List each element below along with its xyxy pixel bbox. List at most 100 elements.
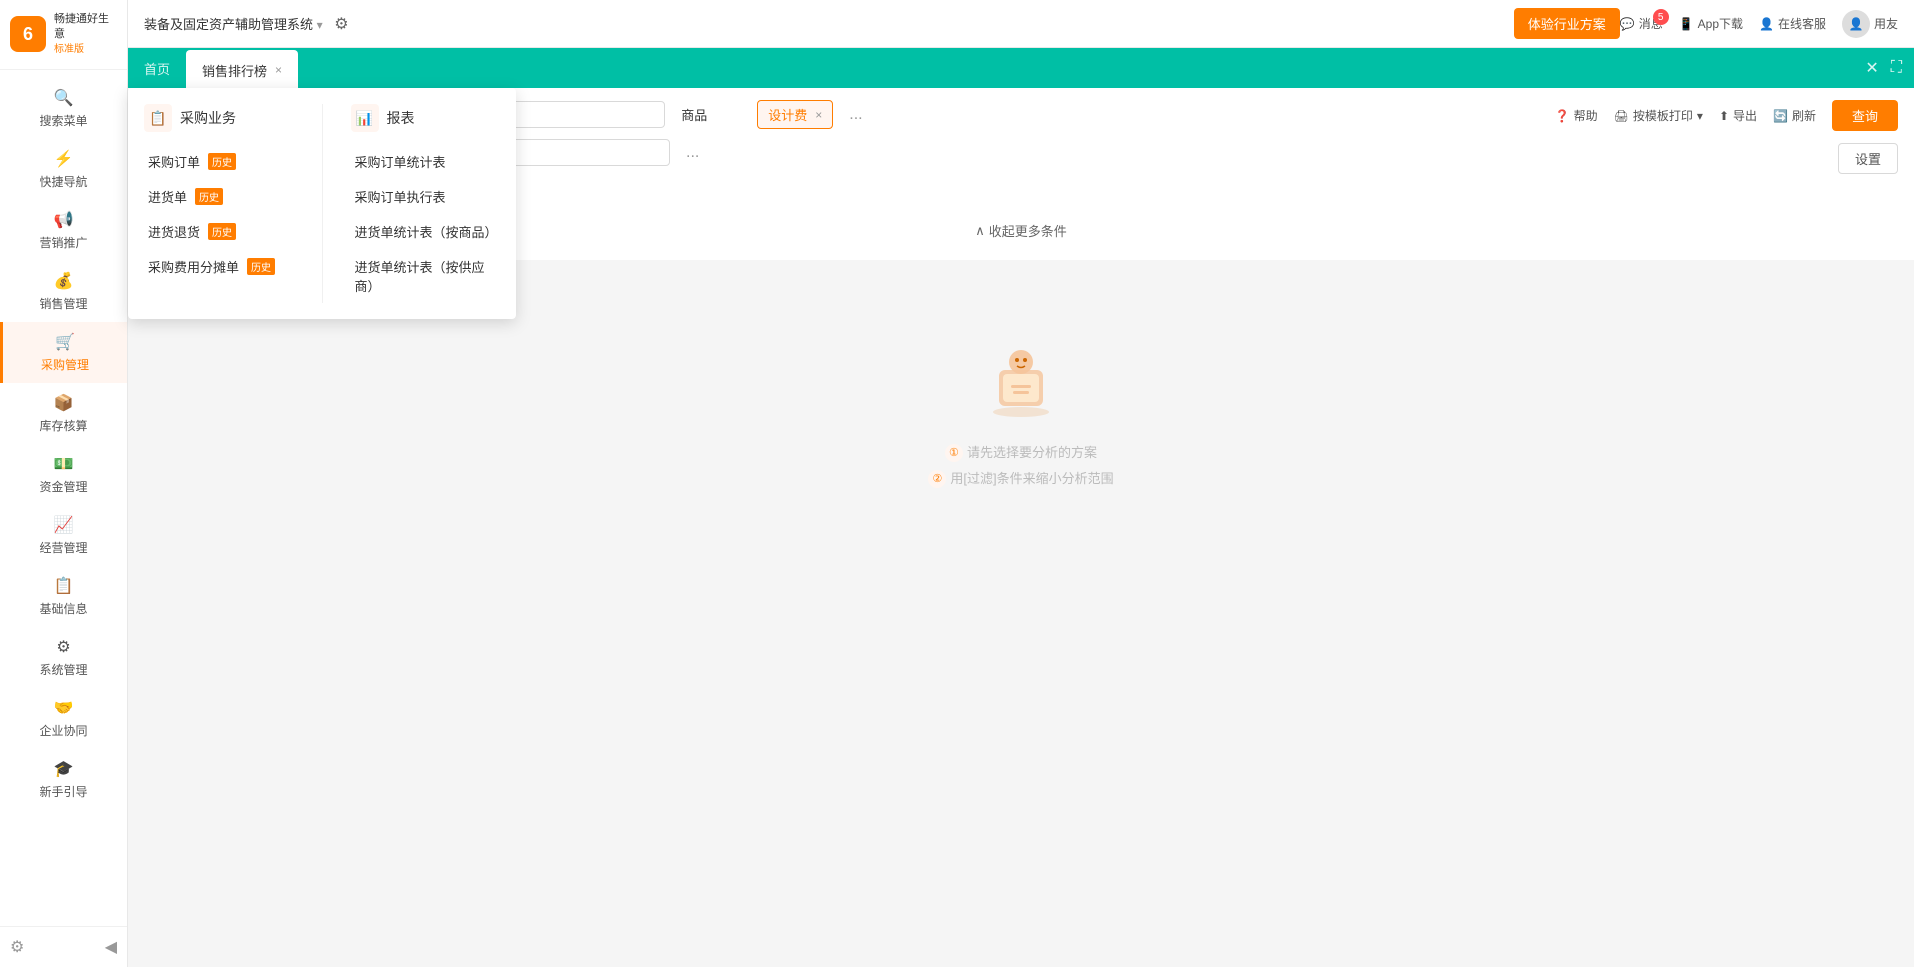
hint-1: ① 请先选择要分析的方案 xyxy=(928,440,1113,466)
tab-maximize-icon[interactable]: ⛶ xyxy=(1891,59,1902,77)
tab-home[interactable]: 首页 xyxy=(128,48,186,88)
sidebar-item-purchase[interactable]: 🛒采购管理 xyxy=(0,322,127,383)
tab-close-window-icon[interactable]: ✕ xyxy=(1865,58,1878,78)
purchase-dropdown-menu: 📋 采购业务 采购订单 历史 进货单 历史 进货退货 历史 采购费用分摊单 历史 xyxy=(128,88,516,319)
header-actions: 💬 消息 5 📱 App下载 👤 在线客服 👤 用友 xyxy=(1620,10,1898,38)
menu-divider xyxy=(322,104,323,303)
menu-item-order-exec[interactable]: 采购订单执行表 xyxy=(351,179,501,214)
collapse-btn[interactable]: ∧ 收起更多条件 xyxy=(975,221,1067,240)
header-system-title: 装备及固定资产辅助管理系统 ▾ ⚙ xyxy=(144,14,1514,34)
sidebar-nav: 🔍 搜索菜单 ⚡ 快捷导航 📢营销推广 💰 销售管理 🛒采购管理 📦 库存核算 💵资金管理 📈 经营管理… xyxy=(0,70,127,926)
more-conditions-icon[interactable]: ... xyxy=(849,106,862,124)
service-icon: 👤 xyxy=(1759,17,1774,31)
sidebar-item-basic-info[interactable]: 📋 基础信息 xyxy=(0,566,127,627)
top-header: 装备及固定资产辅助管理系统 ▾ ⚙ 体验行业方案 💬 消息 5 📱 App下载 … xyxy=(128,0,1914,48)
salesperson-more-icon[interactable]: ... xyxy=(686,144,699,162)
menu-item-purchase-inbound[interactable]: 进货单 历史 xyxy=(144,179,294,214)
inventory-icon: 📦 xyxy=(54,393,74,413)
sidebar-item-label: 经营管理 xyxy=(39,539,87,556)
purchase-col: 📋 采购业务 采购订单 历史 进货单 历史 进货退货 历史 采购费用分摊单 历史 xyxy=(144,104,294,303)
sidebar-item-quick-nav[interactable]: ⚡ 快捷导航 xyxy=(0,139,127,200)
app-download-btn[interactable]: 📱 App下载 xyxy=(1679,15,1743,32)
sidebar-item-label: 基础信息 xyxy=(39,600,87,617)
sidebar-item-search[interactable]: 🔍 搜索菜单 xyxy=(0,78,127,139)
print-dropdown-icon[interactable]: ▾ xyxy=(1697,109,1703,123)
operations-icon: 📈 xyxy=(54,515,74,535)
sidebar-item-label: 快捷导航 xyxy=(39,173,87,190)
toolbar-right-actions: ❓ 帮助 🖨 按模板打印 ▾ ⬆ 导出 🔄 刷新 xyxy=(1555,100,1898,174)
notification-icon: 💬 xyxy=(1620,17,1635,31)
history-badge-purchase-order: 历史 xyxy=(208,153,236,170)
refresh-btn[interactable]: 🔄 刷新 xyxy=(1773,107,1816,124)
query-btn[interactable]: 查询 xyxy=(1832,100,1898,131)
search-icon: 🔍 xyxy=(54,88,74,108)
sidebar-item-newbie[interactable]: 🎓新手引导 xyxy=(0,749,127,810)
industry-btn[interactable]: 体验行业方案 xyxy=(1514,8,1620,39)
user-menu[interactable]: 👤 用友 xyxy=(1842,10,1898,38)
sidebar-item-finance[interactable]: 💵资金管理 xyxy=(0,444,127,505)
sidebar-item-label: 搜索菜单 xyxy=(39,112,87,129)
sidebar-logo: 6 畅捷通好生意 标准版 xyxy=(0,0,127,70)
sidebar-item-operations[interactable]: 📈 经营管理 xyxy=(0,505,127,566)
menu-item-purchase-return[interactable]: 进货退货 历史 xyxy=(144,214,294,249)
goods-tag[interactable]: 设计费 × xyxy=(757,100,833,129)
help-icon: ❓ xyxy=(1555,109,1570,123)
empty-illustration xyxy=(981,340,1061,420)
user-avatar: 👤 xyxy=(1842,10,1870,38)
history-badge-expense: 历史 xyxy=(247,258,275,275)
empty-text: ① 请先选择要分析的方案 ② 用[过滤]条件来缩小分析范围 xyxy=(928,440,1113,492)
voucher-status-select[interactable] xyxy=(505,101,665,128)
sidebar-item-label: 企业协同 xyxy=(39,722,87,739)
sidebar-bottom: ⚙ ◀ xyxy=(0,926,127,967)
tab-close-icon[interactable]: × xyxy=(275,63,282,77)
sales-icon: 💰 xyxy=(54,271,74,291)
sidebar-collapse-icon[interactable]: ◀ xyxy=(105,937,117,957)
export-btn[interactable]: ⬆ 导出 xyxy=(1719,107,1757,124)
header-settings-icon[interactable]: ⚙ xyxy=(334,16,348,33)
hint-2: ② 用[过滤]条件来缩小分析范围 xyxy=(928,466,1113,492)
chevron-up-icon: ∧ xyxy=(975,223,985,239)
sidebar-item-sales[interactable]: 💰 销售管理 xyxy=(0,261,127,322)
quick-nav-icon: ⚡ xyxy=(54,149,74,169)
print-btn[interactable]: 🖨 按模板打印 ▾ xyxy=(1614,107,1703,124)
system-icon: ⚙ xyxy=(56,637,70,657)
finance-icon: 💵 xyxy=(54,454,74,474)
setting-btn[interactable]: 设置 xyxy=(1838,143,1898,174)
menu-item-inbound-by-supplier[interactable]: 进货单统计表（按供应商） xyxy=(351,249,501,303)
menu-item-order-stats[interactable]: 采购订单统计表 xyxy=(351,144,501,179)
sidebar-item-label: 新手引导 xyxy=(39,783,87,800)
sidebar-item-label: 系统管理 xyxy=(39,661,87,678)
marketing-icon: 📢 xyxy=(54,210,74,230)
sidebar-item-system[interactable]: ⚙ 系统管理 xyxy=(0,627,127,688)
dropdown-cols: 📋 采购业务 采购订单 历史 进货单 历史 进货退货 历史 采购费用分摊单 历史 xyxy=(144,104,500,303)
sidebar-item-label: 库存核算 xyxy=(39,417,87,434)
refresh-icon: 🔄 xyxy=(1773,109,1788,123)
notification-badge: 5 xyxy=(1653,9,1669,25)
sidebar-item-inventory[interactable]: 📦 库存核算 xyxy=(0,383,127,444)
menu-item-inbound-by-goods[interactable]: 进货单统计表（按商品） xyxy=(351,214,501,249)
purchase-col-header: 📋 采购业务 xyxy=(144,104,294,132)
mobile-icon: 📱 xyxy=(1679,17,1694,31)
sidebar-item-marketing[interactable]: 📢营销推广 xyxy=(0,200,127,261)
online-service-btn[interactable]: 👤 在线客服 xyxy=(1759,15,1826,32)
sidebar-item-label: 采购管理 xyxy=(41,356,89,373)
tab-sales-ranking[interactable]: 销售排行榜 × xyxy=(186,50,298,90)
history-badge-return: 历史 xyxy=(208,223,236,240)
report-col-icon: 📊 xyxy=(351,104,379,132)
sidebar-item-enterprise[interactable]: 🤝企业协同 xyxy=(0,688,127,749)
notification-btn[interactable]: 💬 消息 5 xyxy=(1620,15,1663,32)
basic-info-icon: 📋 xyxy=(54,576,74,596)
help-btn[interactable]: ❓ 帮助 xyxy=(1555,107,1598,124)
goods-tag-close-icon[interactable]: × xyxy=(815,108,822,122)
logo-text: 畅捷通好生意 标准版 xyxy=(54,12,117,57)
sidebar: 6 畅捷通好生意 标准版 🔍 搜索菜单 ⚡ 快捷导航 📢营销推广 💰 销售管理 🛒采购管理 📦 库… xyxy=(0,0,128,967)
system-title-dropdown-icon[interactable]: ▾ xyxy=(317,18,323,32)
export-icon: ⬆ xyxy=(1719,109,1729,123)
print-icon: 🖨 xyxy=(1614,109,1629,123)
purchase-col-icon: 📋 xyxy=(144,104,172,132)
menu-item-purchase-order[interactable]: 采购订单 历史 xyxy=(144,144,294,179)
history-badge-inbound: 历史 xyxy=(195,188,223,205)
menu-item-purchase-expense[interactable]: 采购费用分摊单 历史 xyxy=(144,249,294,284)
sidebar-item-label: 销售管理 xyxy=(39,295,87,312)
sidebar-settings-icon[interactable]: ⚙ xyxy=(10,937,24,957)
